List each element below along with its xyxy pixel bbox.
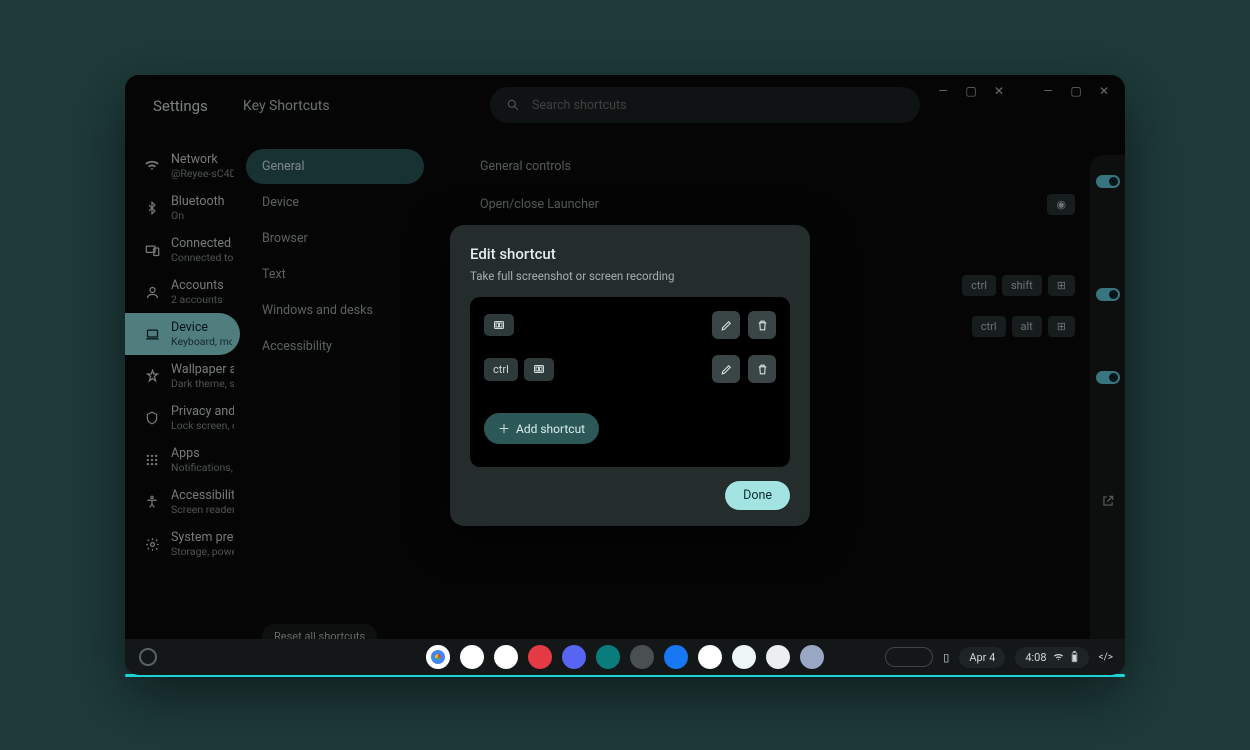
app-gmail[interactable] xyxy=(460,645,484,669)
overview-key-icon xyxy=(484,314,514,336)
status-pill[interactable]: Apr 4 xyxy=(959,647,1005,668)
overview-key-icon xyxy=(524,358,554,381)
wifi-icon xyxy=(1053,652,1064,663)
app-photos[interactable] xyxy=(494,645,518,669)
edit-shortcut-icon-button[interactable] xyxy=(712,311,740,339)
tray-date: Apr 4 xyxy=(969,651,995,664)
shortcut-entry xyxy=(484,311,776,339)
status-pill-2[interactable]: 4:08 xyxy=(1015,647,1088,668)
delete-shortcut-icon-button[interactable] xyxy=(748,355,776,383)
shortcut-entry: ctrl xyxy=(484,355,776,383)
app-labs[interactable] xyxy=(732,645,756,669)
modal-subtitle: Take full screenshot or screen recording xyxy=(470,269,790,283)
app-discord[interactable] xyxy=(562,645,586,669)
app-youtube[interactable] xyxy=(528,645,552,669)
shelf-apps xyxy=(426,645,824,669)
delete-shortcut-icon-button[interactable] xyxy=(748,311,776,339)
app-settings[interactable] xyxy=(766,645,790,669)
tray-time: 4:08 xyxy=(1025,651,1046,664)
app-chrome[interactable] xyxy=(426,645,450,669)
settings-window: — ▢ ✕ — ▢ ✕ Settings Key Shortcuts Netwo… xyxy=(125,75,1125,675)
dev-icon[interactable]: </> xyxy=(1099,652,1113,663)
phone-hub-icon[interactable]: ▯ xyxy=(943,651,949,664)
app-app-a[interactable] xyxy=(698,645,722,669)
shelf: ▯ Apr 4 4:08 </> xyxy=(125,639,1125,675)
add-shortcut-button[interactable]: ＋ Add shortcut xyxy=(484,413,599,444)
edit-shortcut-icon-button[interactable] xyxy=(712,355,740,383)
app-app-b[interactable] xyxy=(800,645,824,669)
modal-title: Edit shortcut xyxy=(470,245,790,263)
app-files[interactable] xyxy=(664,645,688,669)
shortcut-editor: ctrl ＋ Add shortcut xyxy=(470,297,790,467)
done-button[interactable]: Done xyxy=(725,481,790,510)
system-tray: ▯ Apr 4 4:08 </> xyxy=(885,647,1113,668)
battery-icon xyxy=(1070,651,1079,663)
launcher-button[interactable] xyxy=(139,648,157,666)
edit-shortcut-dialog: Edit shortcut Take full screenshot or sc… xyxy=(450,225,810,526)
key-chip: ctrl xyxy=(484,358,518,381)
add-shortcut-label: Add shortcut xyxy=(516,422,585,436)
plus-icon: ＋ xyxy=(498,420,510,437)
app-edge[interactable] xyxy=(596,645,620,669)
app-terminal[interactable] xyxy=(630,645,654,669)
tray-capsule[interactable] xyxy=(885,647,933,667)
